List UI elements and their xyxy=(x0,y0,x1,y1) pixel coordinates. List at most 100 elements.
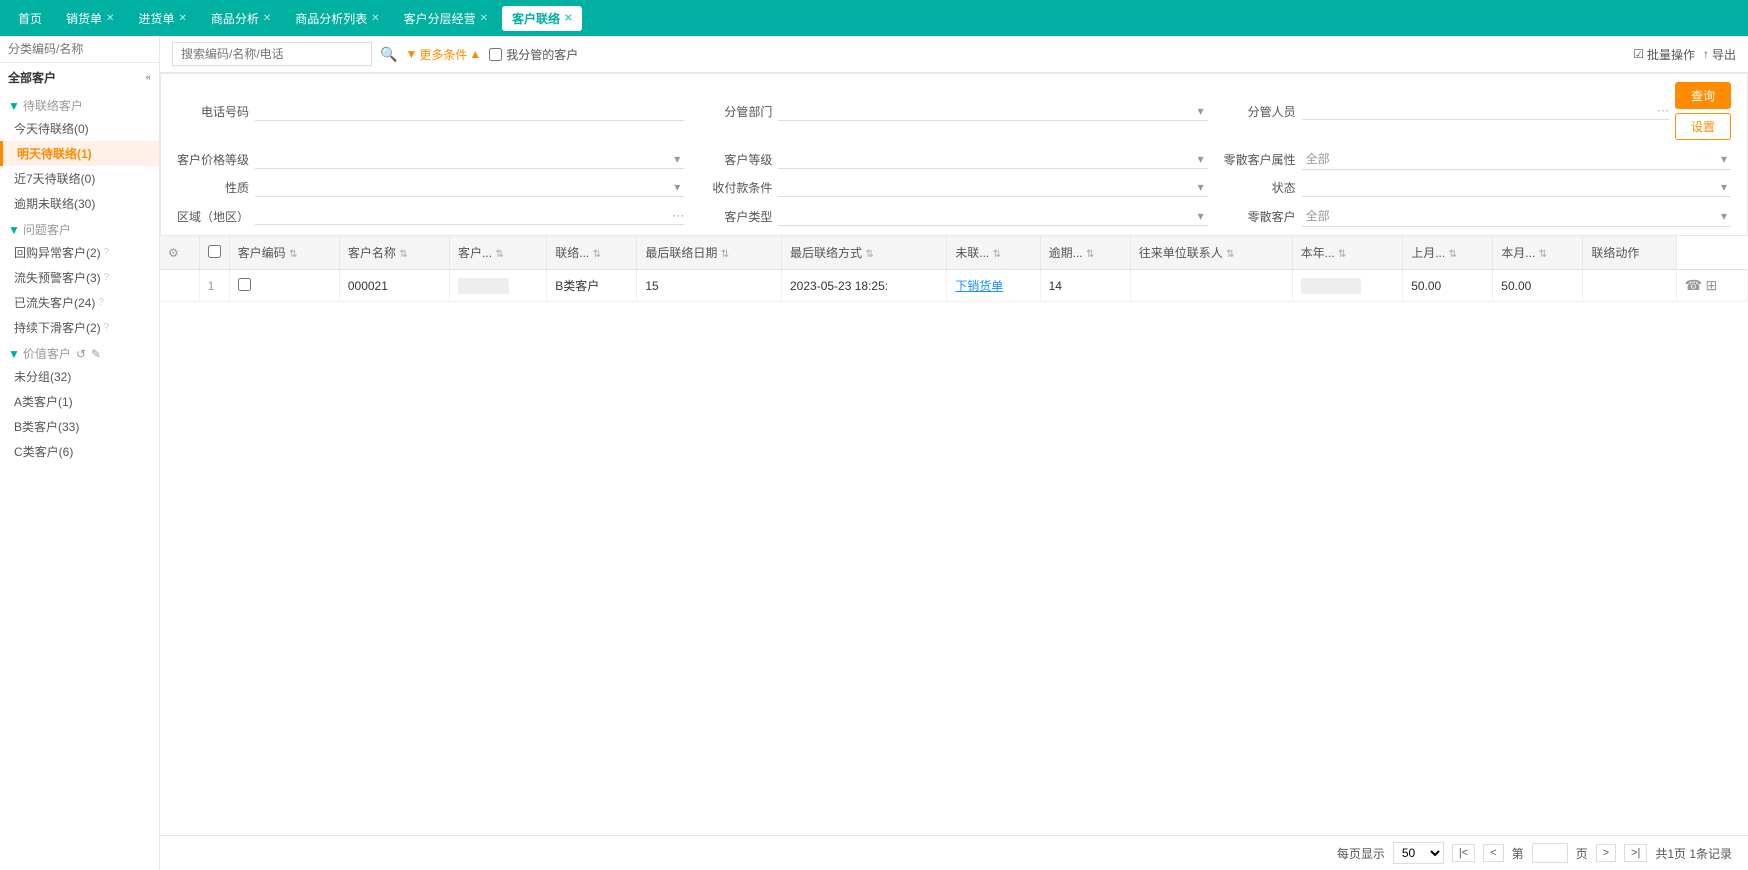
gender-label: 性质 xyxy=(177,179,249,196)
refresh-value-icon[interactable]: ↺ xyxy=(76,347,86,361)
call-action-icon[interactable]: ☎ xyxy=(1685,277,1702,293)
sidebar-item-b-class[interactable]: B类客户(33) xyxy=(0,414,159,439)
payment-select[interactable]: ▾ xyxy=(778,178,1207,197)
customer-type-label: 客户类型 xyxy=(700,208,772,225)
col-contact-count[interactable]: 联络... ⇅ xyxy=(547,236,637,270)
close-product-analysis-icon[interactable]: ✕ xyxy=(263,13,271,24)
my-customer-checkbox[interactable]: 我分管的客户 xyxy=(489,46,578,63)
cell-last-date: 2023-05-23 18:25: xyxy=(782,270,947,302)
cell-name: Ea xyxy=(450,270,547,302)
export-btn[interactable]: ↑ 导出 xyxy=(1703,46,1736,63)
nav-customer-stratification[interactable]: 客户分层经营 ✕ xyxy=(394,6,498,31)
retail-attr-label: 零散客户属性 xyxy=(1224,151,1296,168)
payment-arrow: ▾ xyxy=(1198,180,1204,194)
nav-purchase-order[interactable]: 进货单 ✕ xyxy=(128,6,196,31)
cell-last-method: 下销货单 xyxy=(947,270,1040,302)
data-table: ⚙ 客户编码 ⇅ 客户名称 ⇅ xyxy=(160,236,1748,302)
search-button[interactable]: 🔍 xyxy=(380,46,397,63)
col-code[interactable]: 客户编码 ⇅ xyxy=(229,236,339,270)
search-input[interactable] xyxy=(172,42,372,66)
customer-type-select[interactable]: ▾ xyxy=(778,207,1207,226)
sort-last-month-icon: ⇅ xyxy=(1449,249,1457,260)
prev-page-btn[interactable]: < xyxy=(1483,844,1503,862)
select-all-checkbox[interactable] xyxy=(208,245,221,258)
sidebar-item-churn-warning[interactable]: 流失预警客户(3) ? xyxy=(0,265,159,290)
more-action-icon[interactable]: ⊞ xyxy=(1706,277,1718,293)
customer-grade-label: 客户等级 xyxy=(700,151,772,168)
export-icon: ↑ xyxy=(1703,47,1709,61)
col-this-year[interactable]: 本年... ⇅ xyxy=(1292,236,1403,270)
sidebar-item-c-class[interactable]: C类客户(6) xyxy=(0,439,159,464)
retail-attr-arrow: ▾ xyxy=(1721,152,1727,166)
col-overdue[interactable]: 逾期... ⇅ xyxy=(1040,236,1130,270)
page-input[interactable]: 1 xyxy=(1532,843,1568,863)
collapse-all-icon: « xyxy=(145,72,151,83)
close-product-analysis-list-icon[interactable]: ✕ xyxy=(371,13,379,24)
close-purchase-order-icon[interactable]: ✕ xyxy=(178,13,186,24)
sort-this-month-icon: ⇅ xyxy=(1539,249,1547,260)
page-suffix: 页 xyxy=(1576,845,1588,862)
nav-home[interactable]: 首页 xyxy=(8,6,52,31)
sort-overdue-icon: ⇅ xyxy=(1086,249,1094,260)
my-customer-check[interactable] xyxy=(489,48,502,61)
nav-sales-order[interactable]: 销货单 ✕ xyxy=(56,6,124,31)
customer-grade-select[interactable]: ▾ xyxy=(778,150,1207,169)
sidebar-item-tomorrow-pending[interactable]: 明天待联络(1) xyxy=(0,141,159,166)
batch-operation-btn[interactable]: ☑ 批量操作 xyxy=(1633,46,1695,63)
retail-customer-select[interactable]: 全部 ▾ xyxy=(1302,205,1731,227)
filter-bar: 🔍 ▼ 更多条件 ▲ 我分管的客户 ☑ 批量操作 ↑ 导出 xyxy=(160,36,1748,73)
edit-value-icon[interactable]: ✎ xyxy=(91,347,101,361)
retail-attr-select[interactable]: 全部 ▾ xyxy=(1302,148,1731,170)
col-last-month[interactable]: 上月... ⇅ xyxy=(1403,236,1493,270)
col-uncontact[interactable]: 未联... ⇅ xyxy=(947,236,1040,270)
sidebar-item-a-class[interactable]: A类客户(1) xyxy=(0,389,159,414)
filter-person-row: 分管人员 ··· 查询 设置 xyxy=(1224,82,1731,140)
setting-button[interactable]: 设置 xyxy=(1675,113,1731,140)
last-page-btn[interactable]: >| xyxy=(1624,844,1647,862)
status-select[interactable]: ▾ xyxy=(1302,178,1731,197)
first-page-btn[interactable]: |< xyxy=(1452,844,1475,862)
close-sales-order-icon[interactable]: ✕ xyxy=(106,13,114,24)
dept-select[interactable]: ▾ xyxy=(778,102,1207,121)
top-navigation: 首页 销货单 ✕ 进货单 ✕ 商品分析 ✕ 商品分析列表 ✕ 客户分层经营 ✕ … xyxy=(0,0,1748,36)
sidebar-item-repurchase-abnormal[interactable]: 回购异常客户(2) ? xyxy=(0,240,159,265)
col-settings[interactable]: ⚙ xyxy=(160,236,199,270)
sidebar-item-overdue-pending[interactable]: 逾期未联络(30) xyxy=(0,191,159,216)
next-page-btn[interactable]: > xyxy=(1596,844,1616,862)
per-page-select[interactable]: 50 100 200 xyxy=(1393,842,1444,864)
sidebar-search-input[interactable] xyxy=(8,42,160,56)
phone-input[interactable] xyxy=(255,102,684,121)
sidebar-item-churned[interactable]: 已流失客户(24) ? xyxy=(0,290,159,315)
filter-gender-row: 性质 ▾ xyxy=(177,178,684,197)
value-grade-select[interactable]: ▾ xyxy=(255,150,684,169)
dept-select-arrow: ▾ xyxy=(1198,104,1204,118)
col-contact-person[interactable]: 往来单位联系人 ⇅ xyxy=(1130,236,1292,270)
row-checkbox[interactable] xyxy=(238,278,251,291)
filter-bar-right: ☑ 批量操作 ↑ 导出 xyxy=(1633,46,1736,63)
filter-status-row: 状态 ▾ xyxy=(1224,178,1731,197)
nav-customer-contact[interactable]: 客户联络 ✕ xyxy=(502,6,582,31)
sidebar-search-area: 🔍 xyxy=(0,36,159,63)
sort-category-icon: ⇅ xyxy=(495,249,503,260)
col-name[interactable]: 客户名称 ⇅ xyxy=(339,236,449,270)
close-customer-stratification-icon[interactable]: ✕ xyxy=(480,13,488,24)
close-customer-contact-icon[interactable]: ✕ xyxy=(564,13,572,24)
sidebar-item-ungrouped[interactable]: 未分组(32) xyxy=(0,364,159,389)
settings-icon[interactable]: ⚙ xyxy=(168,246,179,260)
gender-select[interactable]: ▾ xyxy=(255,178,684,197)
col-this-month[interactable]: 本月... ⇅ xyxy=(1493,236,1583,270)
nav-product-analysis[interactable]: 商品分析 ✕ xyxy=(201,6,281,31)
sidebar-item-today-pending[interactable]: 今天待联络(0) xyxy=(0,116,159,141)
more-conditions-btn[interactable]: ▼ 更多条件 ▲ xyxy=(405,46,481,63)
query-button[interactable]: 查询 xyxy=(1675,82,1731,109)
sidebar-item-7days-pending[interactable]: 近7天待联络(0) xyxy=(0,166,159,191)
nav-product-analysis-list[interactable]: 商品分析列表 ✕ xyxy=(285,6,389,31)
sidebar-all-customers[interactable]: 全部客户 « xyxy=(0,63,159,92)
col-last-date[interactable]: 最后联络日期 ⇅ xyxy=(637,236,782,270)
phone-label: 电话号码 xyxy=(177,103,249,120)
filter-customer-grade-row: 客户等级 ▾ xyxy=(700,148,1207,170)
col-last-method[interactable]: 最后联络方式 ⇅ xyxy=(782,236,947,270)
sidebar-item-declining[interactable]: 持续下滑客户(2) ? xyxy=(0,315,159,340)
col-actions: 联络动作 xyxy=(1583,236,1676,270)
col-category[interactable]: 客户... ⇅ xyxy=(450,236,547,270)
